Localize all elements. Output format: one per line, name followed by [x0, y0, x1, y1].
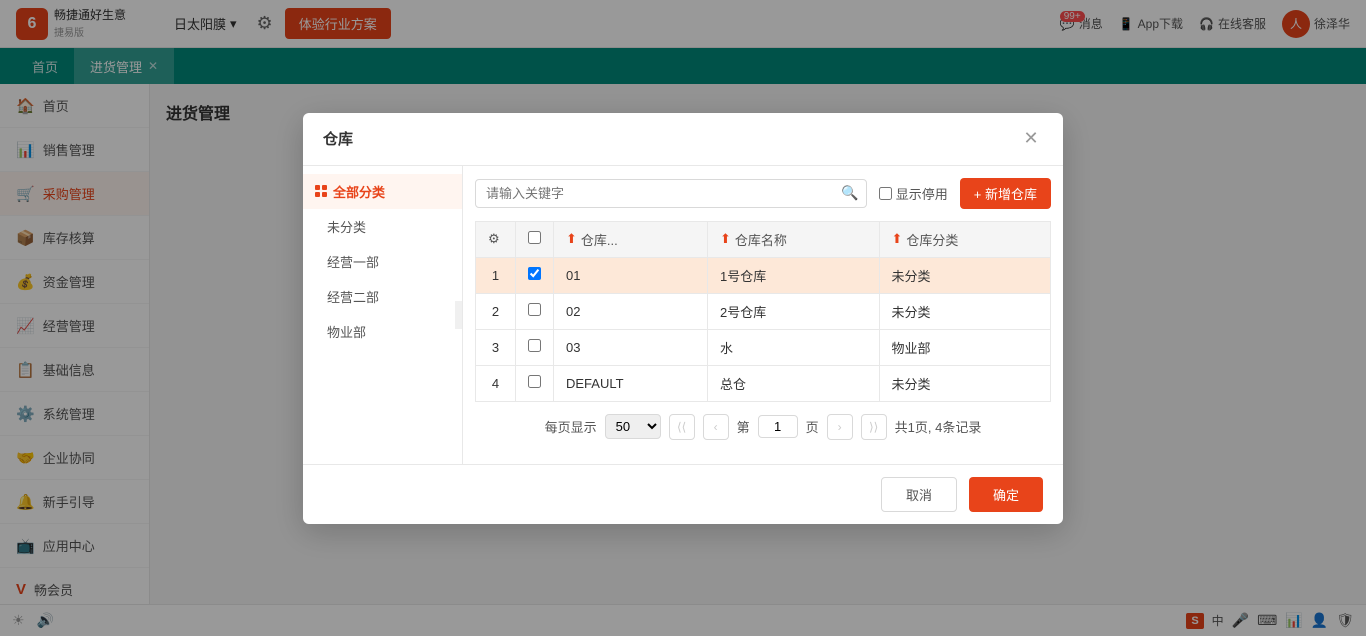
- modal-close-button[interactable]: ✕: [1019, 127, 1043, 151]
- search-input-wrap: 🔍: [475, 179, 867, 208]
- modal-footer: 取消 确定: [303, 464, 1063, 524]
- confirm-button[interactable]: 确定: [969, 477, 1043, 512]
- category-panel: 全部分类 未分类 经营一部 经营二部 物业部 《: [303, 166, 463, 464]
- th-checkbox: [516, 221, 554, 257]
- show-disabled-checkbox[interactable]: [879, 187, 892, 200]
- sort-icon2: ⬆: [720, 231, 731, 247]
- category-item-unclassified[interactable]: 未分类: [303, 209, 462, 244]
- row-category-3: 物业部: [879, 329, 1051, 365]
- row-check-3[interactable]: [516, 329, 554, 365]
- cancel-button[interactable]: 取消: [881, 477, 957, 512]
- row-check-2[interactable]: [516, 293, 554, 329]
- row-category-1: 未分类: [879, 257, 1051, 293]
- select-all-checkbox[interactable]: [528, 231, 541, 244]
- modal-title: 仓库: [323, 128, 353, 149]
- page-label: 第: [737, 417, 750, 436]
- table-row[interactable]: 3 03 水 物业部: [476, 329, 1051, 365]
- prev-page-button[interactable]: ‹: [703, 414, 729, 440]
- table-toolbar: 🔍 显示停用 + 新增仓库: [475, 178, 1051, 209]
- row-category-4: 未分类: [879, 365, 1051, 401]
- th-gear: ⚙: [476, 221, 516, 257]
- table-panel: 🔍 显示停用 + 新增仓库 ⚙: [463, 166, 1063, 464]
- warehouse-table: ⚙ ⬆ 仓库...: [475, 221, 1051, 402]
- category-item-ops2[interactable]: 经营二部: [303, 279, 462, 314]
- add-warehouse-button[interactable]: + 新增仓库: [960, 178, 1051, 209]
- show-disabled-label[interactable]: 显示停用: [879, 184, 948, 203]
- search-input[interactable]: [475, 179, 867, 208]
- row-name-3: 水: [708, 329, 879, 365]
- search-icon: 🔍: [841, 185, 858, 202]
- modal-header: 仓库 ✕: [303, 113, 1063, 166]
- last-page-button[interactable]: ⟩⟩: [861, 414, 887, 440]
- sort-icon3: ⬆: [892, 231, 903, 247]
- warehouse-modal: 仓库 ✕ 全部分类 未分类 经营一部 经营二部 物业部 《: [303, 113, 1063, 524]
- row-check-4[interactable]: [516, 365, 554, 401]
- collapse-panel-button[interactable]: 《: [455, 301, 463, 329]
- sort-icon: ⬆: [566, 231, 577, 247]
- first-page-button[interactable]: ⟨⟨: [669, 414, 695, 440]
- pagination: 每页显示 50 100 200 ⟨⟨ ‹ 第 页 › ⟩⟩ 共1页, 4条记录: [475, 402, 1051, 452]
- row-name-2: 2号仓库: [708, 293, 879, 329]
- grid-icon: [315, 185, 327, 197]
- row-code-3: 03: [554, 329, 708, 365]
- row-name-4: 总仓: [708, 365, 879, 401]
- table-row[interactable]: 4 DEFAULT 总仓 未分类: [476, 365, 1051, 401]
- row-num-2: 2: [476, 293, 516, 329]
- row-code-2: 02: [554, 293, 708, 329]
- table-row[interactable]: 2 02 2号仓库 未分类: [476, 293, 1051, 329]
- page-unit: 页: [806, 417, 819, 436]
- category-all-label: 全部分类: [333, 182, 385, 201]
- table-row[interactable]: 1 01 1号仓库 未分类: [476, 257, 1051, 293]
- next-page-button[interactable]: ›: [827, 414, 853, 440]
- category-all-item[interactable]: 全部分类: [303, 174, 462, 209]
- row-code-1: 01: [554, 257, 708, 293]
- page-number-input[interactable]: [758, 415, 798, 438]
- modal-body: 全部分类 未分类 经营一部 经营二部 物业部 《 🔍: [303, 166, 1063, 464]
- page-size-select[interactable]: 50 100 200: [605, 414, 661, 439]
- row-code-4: DEFAULT: [554, 365, 708, 401]
- page-size-label: 每页显示: [545, 417, 597, 436]
- row-num-1: 1: [476, 257, 516, 293]
- gear-icon: ⚙: [488, 231, 500, 246]
- row-category-2: 未分类: [879, 293, 1051, 329]
- total-info: 共1页, 4条记录: [895, 417, 982, 436]
- row-num-3: 3: [476, 329, 516, 365]
- row-num-4: 4: [476, 365, 516, 401]
- th-category: ⬆ 仓库分类: [879, 221, 1051, 257]
- th-name: ⬆ 仓库名称: [708, 221, 879, 257]
- category-item-ops1[interactable]: 经营一部: [303, 244, 462, 279]
- row-name-1: 1号仓库: [708, 257, 879, 293]
- category-item-property[interactable]: 物业部: [303, 314, 462, 349]
- th-code: ⬆ 仓库...: [554, 221, 708, 257]
- modal-overlay: 仓库 ✕ 全部分类 未分类 经营一部 经营二部 物业部 《: [0, 0, 1366, 636]
- row-check-1[interactable]: [516, 257, 554, 293]
